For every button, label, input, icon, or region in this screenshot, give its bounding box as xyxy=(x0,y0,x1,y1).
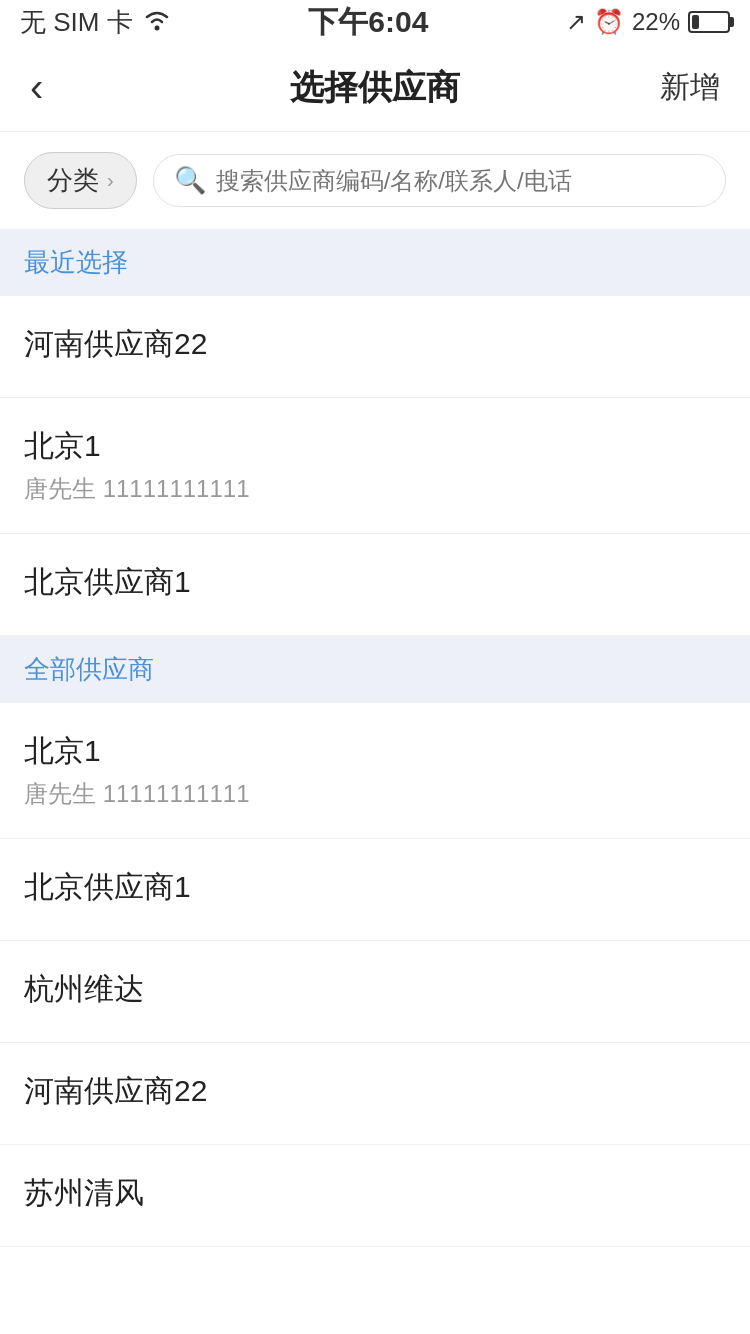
status-right: ↗ ⏰ 22% xyxy=(566,8,730,36)
item-name: 北京1 xyxy=(24,426,726,467)
item-name: 杭州维达 xyxy=(24,969,726,1010)
list-item[interactable]: 北京供应商1 xyxy=(0,839,750,941)
list-item[interactable]: 北京1 唐先生 11111111111 xyxy=(0,703,750,839)
item-sub: 唐先生 11111111111 xyxy=(24,778,726,810)
chevron-right-icon: › xyxy=(107,169,114,192)
category-button[interactable]: 分类 › xyxy=(24,152,137,209)
section-header-all: 全部供应商 xyxy=(0,636,750,703)
filter-bar: 分类 › 🔍 xyxy=(0,132,750,229)
location-icon: ↗ xyxy=(566,8,586,36)
item-name: 河南供应商22 xyxy=(24,324,726,365)
list-item[interactable]: 杭州维达 xyxy=(0,941,750,1043)
list-item[interactable]: 河南供应商22 xyxy=(0,1043,750,1145)
back-button[interactable]: ‹ xyxy=(30,65,90,110)
search-input[interactable] xyxy=(216,167,705,195)
status-bar: 无 SIM 卡 下午6:04 ↗ ⏰ 22% xyxy=(0,0,750,44)
search-icon: 🔍 xyxy=(174,165,206,196)
category-label: 分类 xyxy=(47,163,99,198)
section-header-recent: 最近选择 xyxy=(0,229,750,296)
item-name: 苏州清风 xyxy=(24,1173,726,1214)
svg-point-0 xyxy=(154,25,159,30)
item-name: 北京1 xyxy=(24,731,726,772)
battery-icon xyxy=(688,11,730,33)
item-name: 北京供应商1 xyxy=(24,562,726,603)
add-button[interactable]: 新增 xyxy=(660,67,720,108)
item-name: 河南供应商22 xyxy=(24,1071,726,1112)
alarm-icon: ⏰ xyxy=(594,8,624,36)
page-title: 选择供应商 xyxy=(290,65,460,111)
section-header-text-all: 全部供应商 xyxy=(24,654,154,684)
item-name: 北京供应商1 xyxy=(24,867,726,908)
list-item[interactable]: 北京供应商1 xyxy=(0,534,750,636)
list-item[interactable]: 苏州清风 xyxy=(0,1145,750,1247)
search-box[interactable]: 🔍 xyxy=(153,154,726,207)
section-header-text-recent: 最近选择 xyxy=(24,247,128,277)
battery-percent: 22% xyxy=(632,8,680,36)
wifi-icon xyxy=(143,7,171,38)
sim-status: 无 SIM 卡 xyxy=(20,5,133,40)
list-item[interactable]: 北京1 唐先生 11111111111 xyxy=(0,398,750,534)
item-sub: 唐先生 11111111111 xyxy=(24,473,726,505)
list-item[interactable]: 河南供应商22 xyxy=(0,296,750,398)
sections-container: 最近选择河南供应商22 北京1 唐先生 11111111111 北京供应商1 全部供应商… xyxy=(0,229,750,1247)
status-time: 下午6:04 xyxy=(308,2,428,43)
nav-bar: ‹ 选择供应商 新增 xyxy=(0,44,750,132)
status-left: 无 SIM 卡 xyxy=(20,5,171,40)
